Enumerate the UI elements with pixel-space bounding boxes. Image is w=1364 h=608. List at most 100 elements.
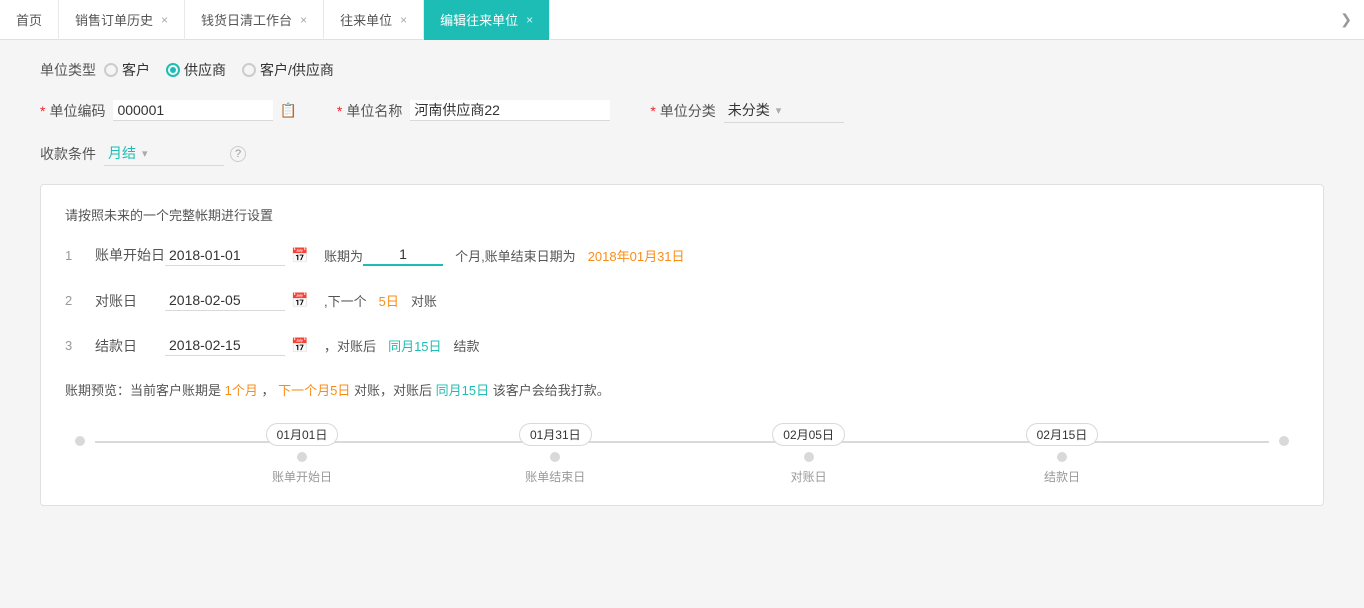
row-1-desc-prefix: 账期为	[320, 246, 363, 265]
start-date-input[interactable]	[165, 245, 285, 266]
radio-both[interactable]: 客户/供应商	[242, 60, 334, 80]
timeline-point-4: 02月15日 结款日	[1026, 423, 1099, 485]
unit-category-value: 未分类	[728, 100, 770, 120]
row-1-end-date-highlight: 2018年01月31日	[588, 246, 685, 265]
row-3-desc-suffix: 结款	[454, 336, 480, 355]
tab-sales-history[interactable]: 销售订单历史 ×	[59, 0, 185, 40]
setting-row-3: 3 结款日 📅 ，对账后 同月15日 结款	[65, 335, 1299, 356]
row-num-2: 2	[65, 293, 95, 308]
timeline-right-dot	[1279, 436, 1289, 446]
row-label-1: 账单开始日	[95, 245, 165, 265]
unit-code-group: * 单位编码 📋	[40, 100, 297, 121]
setting-row-2: 2 对账日 📅 ,下一个 5日 对账	[65, 290, 1299, 311]
unit-name-star: *	[337, 103, 342, 119]
radio-both-label: 客户/供应商	[260, 60, 334, 80]
preview-text: 账期预览：当前客户账期是 1个月 ， 下一个月5日 对账，对账后 同月15日 该…	[65, 380, 1299, 399]
preview-comma1: ，	[262, 383, 275, 398]
radio-customer[interactable]: 客户	[104, 60, 150, 80]
preview-part3: 同月15日	[436, 383, 489, 398]
tab-sales-history-label: 销售订单历史	[75, 10, 153, 29]
unit-category-group: * 单位分类 未分类 ▾	[650, 98, 843, 123]
close-partner-units-icon[interactable]: ×	[400, 13, 407, 27]
timeline-dot-3	[804, 452, 814, 462]
timeline-right-circle	[1279, 436, 1289, 446]
unit-name-label: 单位名称	[346, 101, 402, 121]
unit-code-input[interactable]	[113, 100, 273, 121]
tab-cash-desk[interactable]: 钱货日清工作台 ×	[185, 0, 324, 40]
tab-cash-desk-label: 钱货日清工作台	[201, 10, 292, 29]
tab-partner-units[interactable]: 往来单位 ×	[324, 0, 424, 40]
timeline-label-4: 结款日	[1044, 468, 1080, 485]
unit-category-label: 单位分类	[660, 101, 716, 121]
tab-home-label: 首页	[16, 10, 42, 29]
tab-home[interactable]: 首页	[0, 0, 59, 40]
unit-category-dropdown[interactable]: 未分类 ▾	[724, 98, 844, 123]
timeline-wrapper: 01月01日 账单开始日 01月31日 账单结束日 02月05日	[65, 423, 1299, 485]
settings-info-box: 请按照未来的一个完整帐期进行设置 1 账单开始日 📅 账期为 个月,账单结束日期…	[40, 184, 1324, 506]
radio-supplier-circle	[166, 63, 180, 77]
unit-details-row: * 单位编码 📋 * 单位名称 * 单位分类 未分类 ▾	[40, 98, 1324, 123]
unit-name-input[interactable]	[410, 100, 610, 121]
unit-type-label: 单位类型	[40, 60, 96, 80]
timeline-badge-2: 01月31日	[519, 423, 592, 446]
close-edit-partner-icon[interactable]: ×	[526, 13, 533, 27]
radio-supplier[interactable]: 供应商	[166, 60, 226, 80]
row-2-desc-suffix: 对账	[411, 291, 437, 310]
tabs-bar: 首页 销售订单历史 × 钱货日清工作台 × 往来单位 × 编辑往来单位 × ❯	[0, 0, 1364, 40]
row-2-desc-prefix: ,下一个	[320, 291, 366, 310]
unit-code-label: 单位编码	[49, 101, 105, 121]
recon-date-calendar-icon[interactable]: 📅	[291, 292, 308, 309]
timeline-left-circle	[75, 436, 85, 446]
month-input[interactable]	[363, 244, 443, 266]
payment-date-calendar-icon[interactable]: 📅	[291, 337, 308, 354]
timeline-row: 01月01日 账单开始日 01月31日 账单结束日 02月05日	[75, 423, 1289, 485]
unit-category-arrow-icon: ▾	[776, 104, 782, 117]
preview-part2: 下一个月5日	[278, 383, 350, 398]
payment-terms-value: 月结	[108, 143, 136, 163]
radio-both-circle	[242, 63, 256, 77]
unit-name-group: * 单位名称	[337, 100, 610, 121]
row-label-2: 对账日	[95, 291, 165, 311]
timeline-dot-4	[1057, 452, 1067, 462]
radio-customer-circle	[104, 63, 118, 77]
close-cash-desk-icon[interactable]: ×	[300, 13, 307, 27]
tab-edit-partner[interactable]: 编辑往来单位 ×	[424, 0, 550, 40]
unit-code-star: *	[40, 103, 45, 119]
row-num-1: 1	[65, 248, 95, 263]
setting-row-1: 1 账单开始日 📅 账期为 个月,账单结束日期为 2018年01月31日	[65, 244, 1299, 266]
tab-partner-units-label: 往来单位	[340, 10, 392, 29]
unit-code-copy-icon[interactable]: 📋	[279, 102, 296, 119]
recon-date-input[interactable]	[165, 290, 285, 311]
preview-part3-prefix: 对账，对账后	[354, 383, 432, 398]
preview-part1: 1个月	[225, 383, 258, 398]
unit-type-row: 单位类型 客户 供应商 客户/供应商	[40, 60, 1324, 80]
payment-terms-row: 收款条件 月结 ▾ ?	[40, 141, 1324, 166]
timeline-point-3: 02月05日 对账日	[772, 423, 845, 485]
preview-section: 账期预览：当前客户账期是 1个月 ， 下一个月5日 对账，对账后 同月15日 该…	[65, 380, 1299, 485]
timeline-point-1: 01月01日 账单开始日	[266, 423, 339, 485]
content-area: 单位类型 客户 供应商 客户/供应商 * 单位编码 📋 * 单位名称	[0, 40, 1364, 526]
tab-expand-icon[interactable]: ❯	[1328, 0, 1364, 40]
timeline-badge-1: 01月01日	[266, 423, 339, 446]
radio-supplier-label: 供应商	[184, 60, 226, 80]
help-icon[interactable]: ?	[230, 146, 246, 162]
timeline-label-3: 对账日	[791, 468, 827, 485]
payment-terms-dropdown[interactable]: 月结 ▾	[104, 141, 224, 166]
settings-box-title: 请按照未来的一个完整帐期进行设置	[65, 205, 1299, 224]
row-num-3: 3	[65, 338, 95, 353]
timeline-dot-2	[550, 452, 560, 462]
start-date-calendar-icon[interactable]: 📅	[291, 247, 308, 264]
row-3-desc-prefix: ，对账后	[320, 336, 376, 355]
timeline-label-1: 账单开始日	[272, 468, 332, 485]
timeline-dot-1	[297, 452, 307, 462]
row-label-3: 结款日	[95, 336, 165, 356]
preview-prefix: 账期预览：当前客户账期是	[65, 383, 221, 398]
timeline-badge-3: 02月05日	[772, 423, 845, 446]
row-3-highlight: 同月15日	[388, 336, 441, 355]
close-sales-history-icon[interactable]: ×	[161, 13, 168, 27]
row-1-desc-suffix: 个月,账单结束日期为	[455, 246, 576, 265]
radio-customer-label: 客户	[122, 60, 150, 80]
payment-date-input[interactable]	[165, 335, 285, 356]
payment-terms-arrow-icon: ▾	[142, 147, 148, 160]
timeline-left-dot	[75, 436, 85, 446]
